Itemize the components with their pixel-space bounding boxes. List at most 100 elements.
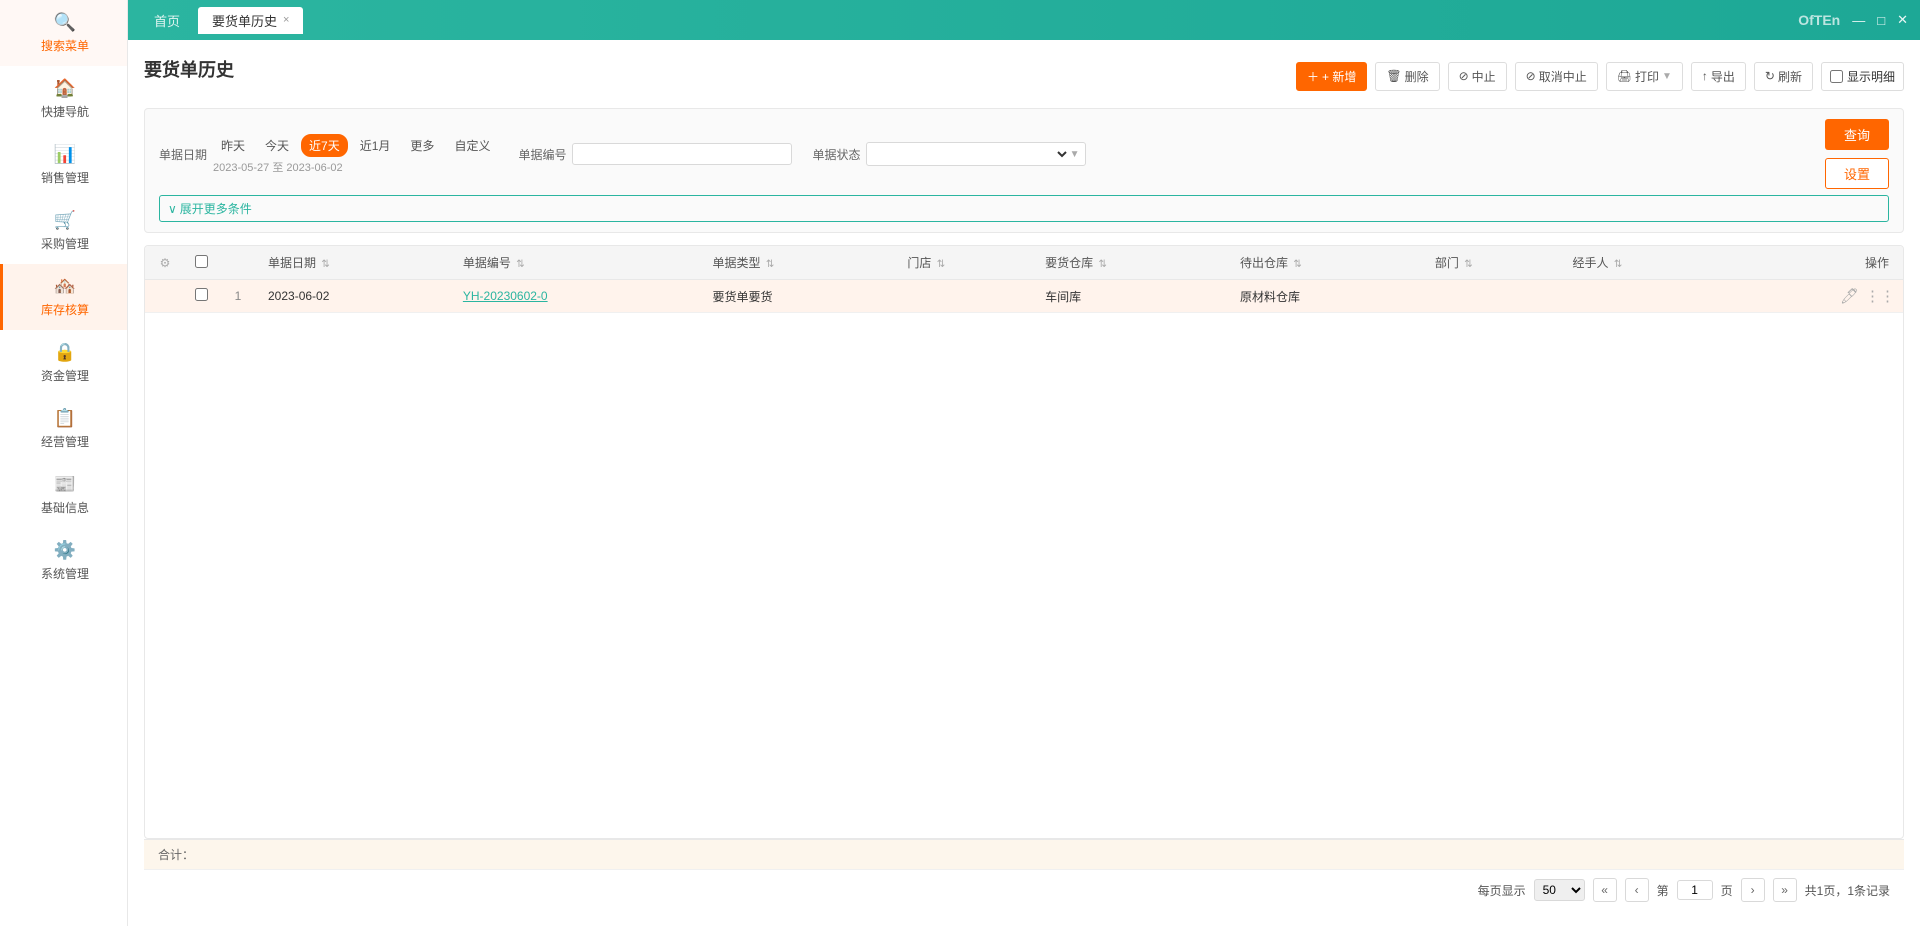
sidebar: 🔍 搜索菜单 🏠 快捷导航 📊 销售管理 🛒 采购管理 🏘️ 库存核算 🔒 资金…	[0, 0, 128, 926]
show-detail-checkbox-label[interactable]: 显示明细	[1821, 62, 1904, 91]
print-button[interactable]: 🖨 打印 ▼	[1606, 62, 1683, 91]
sidebar-item-inventory[interactable]: 🏘️ 库存核算	[0, 264, 127, 330]
minimize-btn[interactable]: —	[1852, 13, 1865, 28]
system-icon: ⚙️	[54, 540, 76, 561]
close-window-btn[interactable]: ✕	[1897, 12, 1908, 28]
topbar-right: OfTEn — □ ✕	[1798, 12, 1908, 28]
sort-store-icon[interactable]: ⇅	[937, 259, 945, 270]
cancel-stop-button[interactable]: ⊘ 取消中止	[1515, 62, 1598, 91]
tab-active[interactable]: 要货单历史 ×	[198, 7, 303, 34]
sidebar-item-system[interactable]: ⚙️ 系统管理	[0, 528, 127, 594]
sort-doc-no-icon[interactable]: ⇅	[516, 259, 524, 270]
date-filter-buttons: 昨天 今天 近7天 近1月 更多 自定义	[213, 134, 498, 157]
next-page-btn[interactable]: ›	[1741, 878, 1765, 902]
table-header-row: ⚙ 单据日期 ⇅ 单据编号 ⇅	[145, 246, 1903, 280]
date-filter-group: 单据日期 昨天 今天 近7天 近1月 更多 自定义 2023-05-27 至 2…	[159, 134, 498, 175]
row-handler	[1563, 280, 1729, 313]
tab-close-icon[interactable]: ×	[283, 14, 289, 26]
per-page-select[interactable]: 50 100 200	[1534, 879, 1585, 901]
refresh-icon: ↻	[1765, 69, 1775, 83]
row-doc-no: YH-20230602-0	[453, 280, 703, 313]
date-btn-yesterday[interactable]: 昨天	[213, 134, 253, 157]
status-select-wrap: ▼	[866, 142, 1086, 166]
date-btn-lastmonth[interactable]: 近1月	[352, 134, 399, 157]
pagination: 每页显示 50 100 200 « ‹ 第 页 › » 共1页，1条记录	[144, 869, 1904, 910]
col-doc-type: 单据类型 ⇅	[703, 246, 898, 280]
page-title: 要货单历史	[144, 56, 234, 82]
row-pending-warehouse: 原材料仓库	[1230, 280, 1425, 313]
row-doc-type: 要货单要货	[703, 280, 898, 313]
first-page-btn[interactable]: «	[1593, 878, 1617, 902]
row-store	[897, 280, 1035, 313]
print-icon: 🖨	[1617, 69, 1632, 83]
maximize-btn[interactable]: □	[1877, 13, 1885, 28]
page-content: 要货单历史 ＋ + 新增 🗑 删除 ⊘ 中止 ⊘ 取消中止	[128, 40, 1920, 926]
row-dept	[1425, 280, 1563, 313]
col-store: 门店 ⇅	[897, 246, 1035, 280]
stop-button[interactable]: ⊘ 中止	[1448, 62, 1507, 91]
col-dept: 部门 ⇅	[1425, 246, 1563, 280]
doc-number-filter-group: 单据编号	[518, 143, 792, 165]
date-btn-more[interactable]: 更多	[402, 134, 442, 157]
select-all-checkbox[interactable]	[195, 255, 208, 268]
last-page-btn[interactable]: »	[1773, 878, 1797, 902]
ops-icon: 📋	[54, 408, 76, 429]
sidebar-item-basic[interactable]: 📰 基础信息	[0, 462, 127, 528]
sort-dept-icon[interactable]: ⇅	[1464, 259, 1472, 270]
sort-doc-date-icon[interactable]: ⇅	[321, 259, 329, 270]
col-checkbox	[185, 246, 218, 280]
export-button[interactable]: ↑ 导出	[1691, 62, 1746, 91]
date-btn-last7days[interactable]: 近7天	[301, 134, 348, 157]
sidebar-item-ops[interactable]: 📋 经营管理	[0, 396, 127, 462]
sort-handler-icon[interactable]: ⇅	[1614, 259, 1622, 270]
doc-number-input[interactable]	[572, 143, 792, 165]
col-req-warehouse: 要货仓库 ⇅	[1035, 246, 1230, 280]
new-button[interactable]: ＋ + 新增	[1296, 62, 1367, 91]
row-checkbox	[185, 280, 218, 313]
row-select-checkbox[interactable]	[195, 288, 208, 301]
col-pending-warehouse: 待出仓库 ⇅	[1230, 246, 1425, 280]
doc-no-link[interactable]: YH-20230602-0	[463, 289, 548, 303]
finance-icon: 🔒	[54, 342, 76, 363]
filter-area: 单据日期 昨天 今天 近7天 近1月 更多 自定义 2023-05-27 至 2…	[144, 108, 1904, 233]
col-action: 操作	[1729, 246, 1903, 280]
prev-page-btn[interactable]: ‹	[1625, 878, 1649, 902]
date-btn-custom[interactable]: 自定义	[446, 134, 498, 157]
row-more-icon[interactable]: ⋮⋮	[1865, 287, 1895, 305]
status-select[interactable]	[867, 143, 1069, 165]
sidebar-item-finance[interactable]: 🔒 资金管理	[0, 330, 127, 396]
date-btn-today[interactable]: 今天	[257, 134, 297, 157]
table-settings-icon[interactable]: ⚙	[160, 256, 171, 270]
sidebar-item-quicknav[interactable]: 🏠 快捷导航	[0, 66, 127, 132]
home-icon: 🏠	[54, 78, 76, 99]
topbar: 首页 要货单历史 × OfTEn — □ ✕	[128, 0, 1920, 40]
col-handler: 经手人 ⇅	[1563, 246, 1729, 280]
filter-actions: 查询 设置	[1825, 119, 1889, 189]
sort-pending-warehouse-icon[interactable]: ⇅	[1293, 259, 1301, 270]
table-row: 1 2023-06-02 YH-20230602-0 要货单要货 车间库 原材料…	[145, 280, 1903, 313]
query-button[interactable]: 查询	[1825, 119, 1889, 150]
delete-button[interactable]: 🗑 删除	[1375, 62, 1439, 91]
filter-row-1: 单据日期 昨天 今天 近7天 近1月 更多 自定义 2023-05-27 至 2…	[159, 119, 1889, 189]
search-menu-icon: 🔍	[54, 12, 76, 33]
page-number-input[interactable]	[1677, 880, 1713, 900]
basic-icon: 📰	[54, 474, 76, 495]
row-edit-icon[interactable]: 🖊	[1840, 287, 1859, 305]
sidebar-item-search[interactable]: 🔍 搜索菜单	[0, 0, 127, 66]
sort-doc-type-icon[interactable]: ⇅	[766, 259, 774, 270]
status-filter-group: 单据状态 ▼	[812, 142, 1086, 166]
date-range-display: 2023-05-27 至 2023-06-02	[213, 159, 498, 175]
data-table: ⚙ 单据日期 ⇅ 单据编号 ⇅	[145, 246, 1903, 313]
refresh-button[interactable]: ↻ 刷新	[1754, 62, 1813, 91]
cancel-stop-icon: ⊘	[1526, 69, 1536, 83]
sidebar-item-purchase[interactable]: 🛒 采购管理	[0, 198, 127, 264]
expand-icon: ∨	[168, 202, 177, 216]
tab-home[interactable]: 首页	[140, 7, 194, 34]
expand-more-btn[interactable]: ∨ 展开更多条件	[159, 195, 1889, 222]
col-doc-date: 单据日期 ⇅	[258, 246, 453, 280]
sort-req-warehouse-icon[interactable]: ⇅	[1098, 259, 1106, 270]
data-table-wrap: ⚙ 单据日期 ⇅ 单据编号 ⇅	[144, 245, 1904, 839]
show-detail-checkbox[interactable]	[1830, 70, 1843, 83]
sidebar-item-sales[interactable]: 📊 销售管理	[0, 132, 127, 198]
setting-button[interactable]: 设置	[1825, 158, 1889, 189]
